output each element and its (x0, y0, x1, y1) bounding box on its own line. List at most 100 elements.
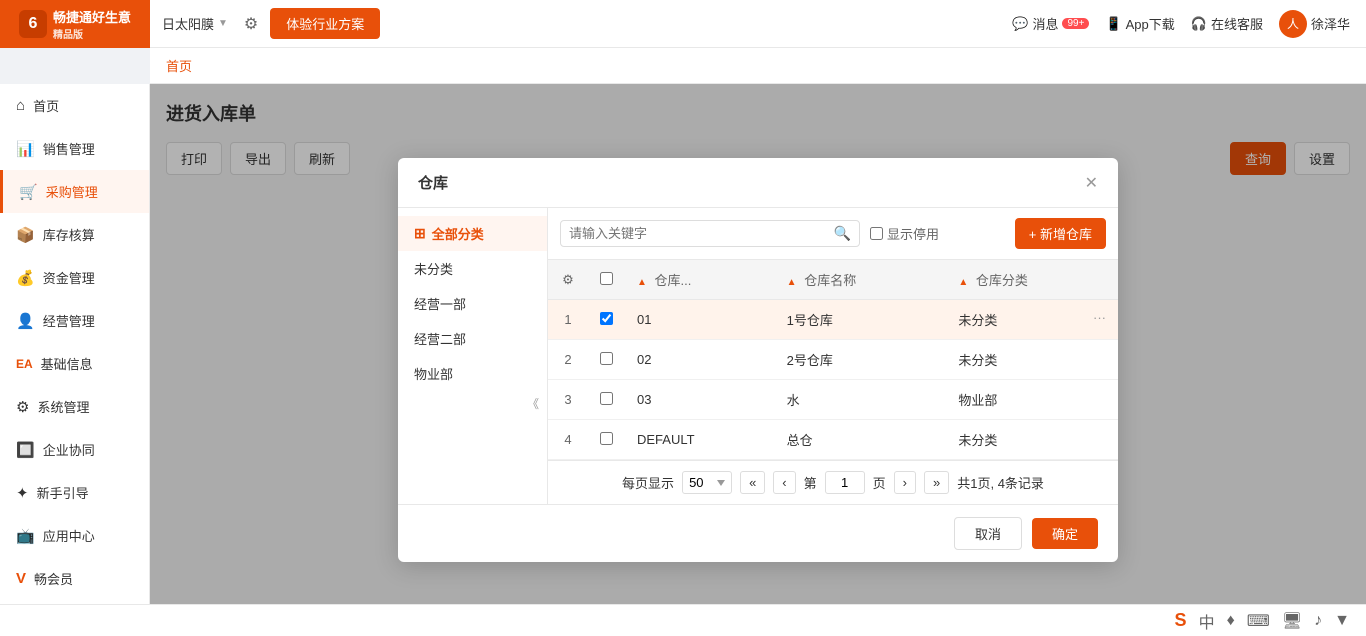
sidebar-item-collab[interactable]: 🔲 企业协同 (0, 428, 149, 471)
category-item-label-1: 经营一部 (414, 297, 466, 312)
table-row[interactable]: 4 DEFAULT 总仓 未分类 (548, 420, 1118, 460)
sidebar-item-guide[interactable]: ✦ 新手引导 (0, 471, 149, 514)
purchase-icon: 🛒 (19, 183, 38, 201)
warehouse-table: ⚙ ▲ 仓库... (548, 260, 1118, 460)
sidebar-item-basic[interactable]: EA 基础信息 (0, 342, 149, 385)
category-item-1[interactable]: 经营一部 (398, 286, 547, 321)
user-item[interactable]: 人 徐泽华 (1279, 10, 1350, 38)
category-item-3[interactable]: 物业部 (398, 356, 547, 391)
online-service-label: 在线客服 (1211, 14, 1263, 33)
data-table: ⚙ ▲ 仓库... (548, 260, 1118, 460)
row-checkbox[interactable] (588, 380, 625, 420)
show-disabled-checkbox[interactable] (870, 227, 883, 240)
select-all-checkbox[interactable] (600, 272, 613, 285)
prev-page-btn[interactable]: ‹ (773, 471, 795, 494)
sidebar-item-appcenter[interactable]: 📺 应用中心 (0, 514, 149, 557)
sidebar-label-operations: 经营管理 (43, 311, 95, 330)
row-checkbox[interactable] (588, 300, 625, 340)
sidebar-item-system[interactable]: ⚙ 系统管理 (0, 385, 149, 428)
sort-icon-category: ▲ (958, 277, 968, 288)
message-label: 消息 (1032, 14, 1058, 33)
sidebar-item-purchase[interactable]: 🛒 采购管理 (0, 170, 149, 213)
next-page-btn[interactable]: › (894, 471, 916, 494)
table-row[interactable]: 1 01 1号仓库 未分类··· (548, 300, 1118, 340)
sidebar-item-inventory[interactable]: 📦 库存核算 (0, 213, 149, 256)
show-disabled-label[interactable]: 显示停用 (870, 224, 939, 243)
sidebar-label-vip: 畅会员 (34, 569, 73, 588)
sidebar-item-operations[interactable]: 👤 经营管理 (0, 299, 149, 342)
category-all-label: 全部分类 (432, 224, 484, 243)
headset-icon: 🎧 (1191, 16, 1207, 32)
sidebar: ⌂ 首页 📊 销售管理 🛒 采购管理 📦 库存核算 💰 资金管理 👤 经营管理 … (0, 84, 150, 636)
first-page-btn[interactable]: « (740, 471, 765, 494)
layout: ⌂ 首页 📊 销售管理 🛒 采购管理 📦 库存核算 💰 资金管理 👤 经营管理 … (0, 84, 1366, 636)
collab-icon: 🔲 (16, 441, 35, 459)
total-info: 共1页, 4条记录 (957, 473, 1044, 492)
page-unit: 页 (873, 473, 886, 492)
settings-icon[interactable]: ⚙ (244, 14, 258, 34)
grid-icon: ⊞ (414, 225, 426, 242)
table-area: 🔍 显示停用 + 新增仓库 (548, 208, 1118, 504)
breadcrumb-home[interactable]: 首页 (166, 56, 192, 75)
sidebar-label-system: 系统管理 (37, 397, 89, 416)
sidebar-item-finance[interactable]: 💰 资金管理 (0, 256, 149, 299)
search-box: 🔍 (560, 220, 860, 247)
row-actions[interactable]: ··· (1093, 310, 1106, 325)
main-content: 进货入库单 打印 导出 刷新 查询 设置 仓库 ✕ ⊞ (150, 84, 1366, 636)
confirm-button[interactable]: 确定 (1032, 518, 1098, 549)
logo-area: 6 畅捷通好生意 精品版 (0, 0, 150, 48)
modal-title: 仓库 (418, 172, 448, 193)
table-row[interactable]: 3 03 水 物业部 (548, 380, 1118, 420)
sidebar-item-vip[interactable]: V 畅会员 (0, 557, 149, 600)
vip-icon: V (16, 570, 26, 587)
store-selector[interactable]: 日太阳膜 ▼ (162, 14, 228, 33)
category-item-2[interactable]: 经营二部 (398, 321, 547, 356)
category-all[interactable]: ⊞ 全部分类 (398, 216, 547, 251)
col-category: ▲ 仓库分类 (946, 260, 1118, 300)
category-sidebar: ⊞ 全部分类 未分类 经营一部 经营二部 物业部 (398, 208, 548, 504)
row-num: 2 (548, 340, 588, 380)
cancel-button[interactable]: 取消 (954, 517, 1022, 550)
sidebar-label-purchase: 采购管理 (46, 182, 98, 201)
guide-icon: ✦ (16, 484, 29, 502)
per-page-select[interactable]: 50 100 200 (682, 471, 732, 494)
row-num: 4 (548, 420, 588, 460)
message-badge: 99+ (1062, 18, 1089, 29)
page-number-input[interactable] (825, 471, 865, 494)
online-service-item[interactable]: 🎧 在线客服 (1191, 14, 1263, 33)
modal-close-icon[interactable]: ✕ (1085, 173, 1098, 193)
col-gear: ⚙ (548, 260, 588, 300)
row-name: 2号仓库 (775, 340, 947, 380)
row-code: 01 (625, 300, 775, 340)
store-name: 日太阳膜 (162, 14, 214, 33)
app-download-item[interactable]: 📱 App下载 (1105, 14, 1174, 33)
row-checkbox[interactable] (588, 340, 625, 380)
page-label: 第 (804, 473, 817, 492)
row-checkbox[interactable] (588, 420, 625, 460)
row-name: 水 (775, 380, 947, 420)
message-icon: 💬 (1012, 16, 1028, 32)
add-warehouse-button[interactable]: + 新增仓库 (1015, 218, 1106, 249)
top-nav: 6 畅捷通好生意 精品版 日太阳膜 ▼ ⚙ 体验行业方案 💬 消息 99+ 📱 … (0, 0, 1366, 48)
search-input[interactable] (569, 226, 828, 241)
appcenter-icon: 📺 (16, 527, 35, 545)
warehouse-modal: 仓库 ✕ ⊞ 全部分类 未分类 经营一 (398, 158, 1118, 562)
logo-icon: 6 (19, 10, 47, 38)
table-row[interactable]: 2 02 2号仓库 未分类 (548, 340, 1118, 380)
sidebar-label-finance: 资金管理 (43, 268, 95, 287)
sidebar-label-appcenter: 应用中心 (43, 526, 95, 545)
pagination: 每页显示 50 100 200 « ‹ 第 页 › (548, 460, 1118, 504)
message-item[interactable]: 💬 消息 99+ (1012, 14, 1089, 33)
col-code: ▲ 仓库... (625, 260, 775, 300)
sidebar-label-inventory: 库存核算 (43, 225, 95, 244)
sidebar-item-home[interactable]: ⌂ 首页 (0, 84, 149, 127)
last-page-btn[interactable]: » (924, 471, 949, 494)
sidebar-label-guide: 新手引导 (37, 483, 89, 502)
sidebar-item-sales[interactable]: 📊 销售管理 (0, 127, 149, 170)
try-button[interactable]: 体验行业方案 (270, 8, 380, 39)
per-page-label: 每页显示 (622, 473, 674, 492)
table-header-row: ⚙ ▲ 仓库... (548, 260, 1118, 300)
category-item-0[interactable]: 未分类 (398, 251, 547, 286)
category-collapse[interactable]: 《 (398, 391, 547, 416)
row-code: 03 (625, 380, 775, 420)
